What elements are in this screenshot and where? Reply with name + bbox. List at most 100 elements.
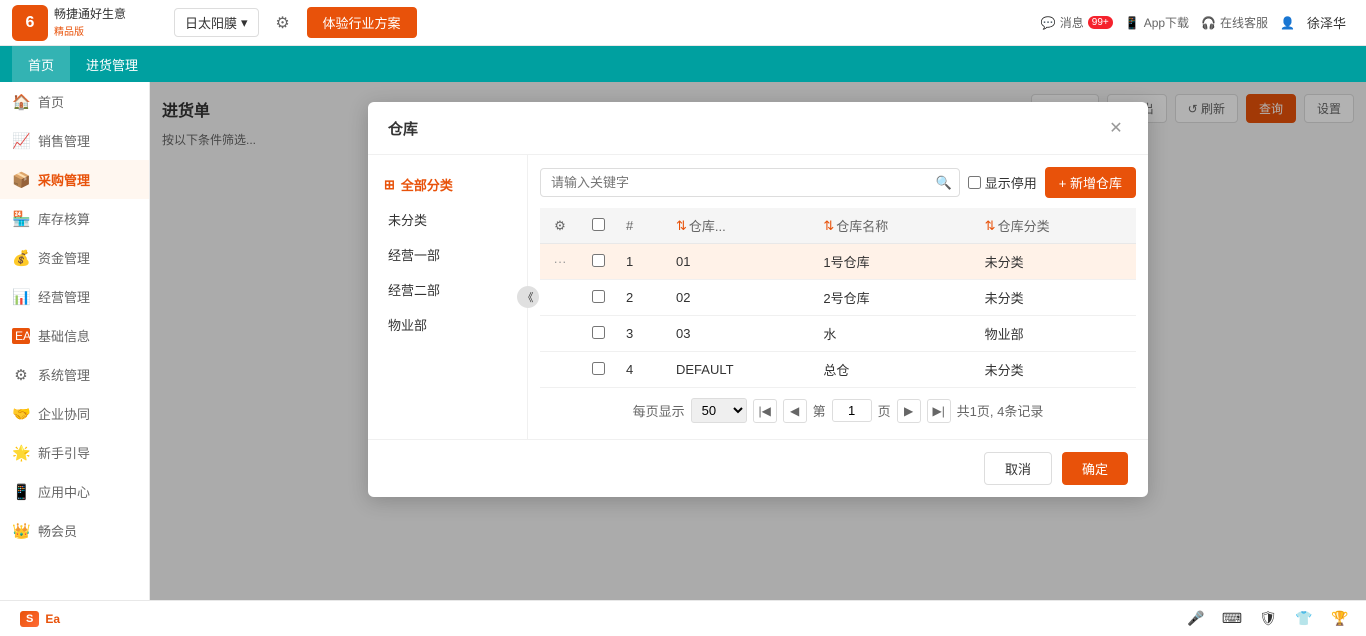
category-all[interactable]: ⊞ 全部分类 — [368, 167, 527, 202]
online-service-button[interactable]: 🎧 在线客服 — [1201, 14, 1268, 31]
trophy-icon[interactable]: 🏆 — [1326, 605, 1354, 633]
search-wrap: 🔍 — [540, 168, 960, 197]
table-row[interactable]: ··· 1 01 1号仓库 未分类 — [540, 244, 1136, 280]
category-dept2[interactable]: 经营二部 — [368, 272, 527, 307]
sidebar-item-purchase[interactable]: 📦 采购管理 — [0, 160, 149, 199]
toolbar-row: 🔍 显示停用 + 新增仓库 — [540, 167, 1136, 198]
th-number: # — [616, 208, 666, 244]
category-unclassified[interactable]: 未分类 — [368, 202, 527, 237]
row-checkbox-cell-2 — [580, 280, 616, 316]
pagination: 每页显示 50 100 |◀ ◀ 第 页 ▶ ▶| — [540, 388, 1136, 427]
page-input[interactable] — [832, 399, 872, 422]
row-checkbox-4[interactable] — [592, 362, 605, 375]
sidebar-item-finance[interactable]: 💰 资金管理 — [0, 238, 149, 277]
select-all-checkbox[interactable] — [592, 218, 605, 231]
row-checkbox-cell-4 — [580, 352, 616, 388]
row-checkbox-cell-3 — [580, 316, 616, 352]
system-icon: ⚙ — [12, 366, 30, 384]
more-icon[interactable]: ··· — [554, 254, 567, 269]
sidebar: 🏠 首页 📈 销售管理 📦 采购管理 🏪 库存核算 💰 资金管理 📊 经营管理 … — [0, 82, 150, 636]
row-checkbox-2[interactable] — [592, 290, 605, 303]
category-dept1[interactable]: 经营一部 — [368, 237, 527, 272]
row-checkbox-1[interactable] — [592, 254, 605, 267]
sidebar-item-apps[interactable]: 📱 应用中心 — [0, 472, 149, 511]
main-layout: 🏠 首页 📈 销售管理 📦 采购管理 🏪 库存核算 💰 资金管理 📊 经营管理 … — [0, 82, 1366, 636]
shield-icon[interactable]: 🛡 — [1254, 605, 1282, 633]
th-category: ⇅ 仓库分类 — [975, 208, 1136, 244]
settings-icon[interactable]: ⚙ — [267, 7, 299, 39]
shirt-icon[interactable]: 👕 — [1290, 605, 1318, 633]
gear-icon: ⚙ — [554, 218, 566, 233]
logo-icon: 6 — [12, 5, 48, 41]
row-cat-1: 未分类 — [975, 244, 1136, 280]
search-icon[interactable]: 🔍 — [936, 175, 952, 191]
category-panel: ⊞ 全部分类 未分类 经营一部 经营二部 物业部 — [368, 155, 528, 439]
header-right: 💬 消息 99+ 📱 App下载 🎧 在线客服 👤 徐泽华 — [1041, 13, 1354, 32]
modal-overlay: 仓库 ✕ ⊞ 全部分类 未分类 经营一 — [150, 82, 1366, 636]
last-page-btn[interactable]: ▶| — [927, 399, 951, 423]
logo-area: 6 畅捷通好生意 精品版 — [12, 5, 162, 41]
message-icon: 💬 — [1041, 16, 1056, 30]
table-row[interactable]: 3 03 水 物业部 — [540, 316, 1136, 352]
sidebar-item-home[interactable]: 🏠 首页 — [0, 82, 149, 121]
sort-icon3: ⇅ — [985, 218, 996, 234]
total-label: 共1页, 4条记录 — [957, 401, 1044, 420]
row-code-2: 02 — [666, 280, 813, 316]
sidebar-item-enterprise[interactable]: 🤝 企业协同 — [0, 394, 149, 433]
avatar-icon: 👤 — [1280, 16, 1295, 30]
show-disabled-checkbox[interactable]: 显示停用 — [968, 173, 1037, 192]
row-code-3: 03 — [666, 316, 813, 352]
dialog-title: 仓库 — [388, 118, 418, 139]
keyboard-icon[interactable]: ⌨ — [1218, 605, 1246, 633]
row-code-1: 01 — [666, 244, 813, 280]
confirm-button[interactable]: 确定 — [1062, 452, 1128, 485]
purchase-icon: 📦 — [12, 171, 30, 189]
sidebar-item-sales[interactable]: 📈 销售管理 — [0, 121, 149, 160]
sidebar-item-system[interactable]: ⚙ 系统管理 — [0, 355, 149, 394]
message-button[interactable]: 💬 消息 99+ — [1041, 14, 1113, 31]
collapse-panel-button[interactable]: 《 — [517, 286, 539, 308]
s-logo: S — [20, 611, 39, 627]
per-page-label: 每页显示 — [633, 401, 685, 420]
per-page-select[interactable]: 50 100 — [691, 398, 747, 423]
row-num-3: 3 — [616, 316, 666, 352]
sub-header: 首页 进货管理 — [0, 46, 1366, 82]
show-disabled-check[interactable] — [968, 176, 981, 189]
bottom-bar: S Ea 🎤 ⌨ 🛡 👕 🏆 — [0, 600, 1366, 636]
th-code: ⇅ 仓库... — [666, 208, 813, 244]
sidebar-item-membership[interactable]: 👑 畅会员 — [0, 511, 149, 550]
first-page-btn[interactable]: |◀ — [753, 399, 777, 423]
cancel-button[interactable]: 取消 — [984, 452, 1052, 485]
add-warehouse-button[interactable]: + 新增仓库 — [1045, 167, 1136, 198]
row-cat-4: 未分类 — [975, 352, 1136, 388]
prev-page-btn[interactable]: ◀ — [783, 399, 807, 423]
dropdown-icon: ▾ — [241, 15, 248, 31]
table-container: ⚙ # ⇅ — [540, 208, 1136, 388]
search-input[interactable] — [540, 168, 960, 197]
tab-purchase[interactable]: 进货管理 — [70, 46, 154, 82]
message-label: 消息 — [1060, 14, 1084, 31]
user-avatar[interactable]: 👤 — [1280, 16, 1295, 30]
table-row[interactable]: 2 02 2号仓库 未分类 — [540, 280, 1136, 316]
trial-button[interactable]: 体验行业方案 — [307, 7, 417, 38]
username[interactable]: 徐泽华 — [1307, 13, 1346, 32]
sidebar-item-guide[interactable]: 🌟 新手引导 — [0, 433, 149, 472]
category-property[interactable]: 物业部 — [368, 307, 527, 342]
row-checkbox-3[interactable] — [592, 326, 605, 339]
logo-text: 畅捷通好生意 — [54, 7, 126, 23]
sidebar-item-operations[interactable]: 📊 经营管理 — [0, 277, 149, 316]
table-row[interactable]: 4 DEFAULT 总仓 未分类 — [540, 352, 1136, 388]
row-name-2: 2号仓库 — [813, 280, 974, 316]
dialog-close-button[interactable]: ✕ — [1104, 116, 1128, 140]
guide-icon: 🌟 — [12, 444, 30, 462]
store-selector[interactable]: 日太阳膜 ▾ — [174, 8, 259, 37]
row-cat-3: 物业部 — [975, 316, 1136, 352]
inventory-icon: 🏪 — [12, 210, 30, 228]
next-page-btn[interactable]: ▶ — [897, 399, 921, 423]
download-icon: 📱 — [1125, 16, 1140, 30]
app-download-button[interactable]: 📱 App下载 — [1125, 14, 1189, 31]
tab-home[interactable]: 首页 — [12, 46, 70, 82]
sidebar-item-basic-info[interactable]: EA 基础信息 — [0, 316, 149, 355]
mic-icon[interactable]: 🎤 — [1182, 605, 1210, 633]
sidebar-item-inventory[interactable]: 🏪 库存核算 — [0, 199, 149, 238]
